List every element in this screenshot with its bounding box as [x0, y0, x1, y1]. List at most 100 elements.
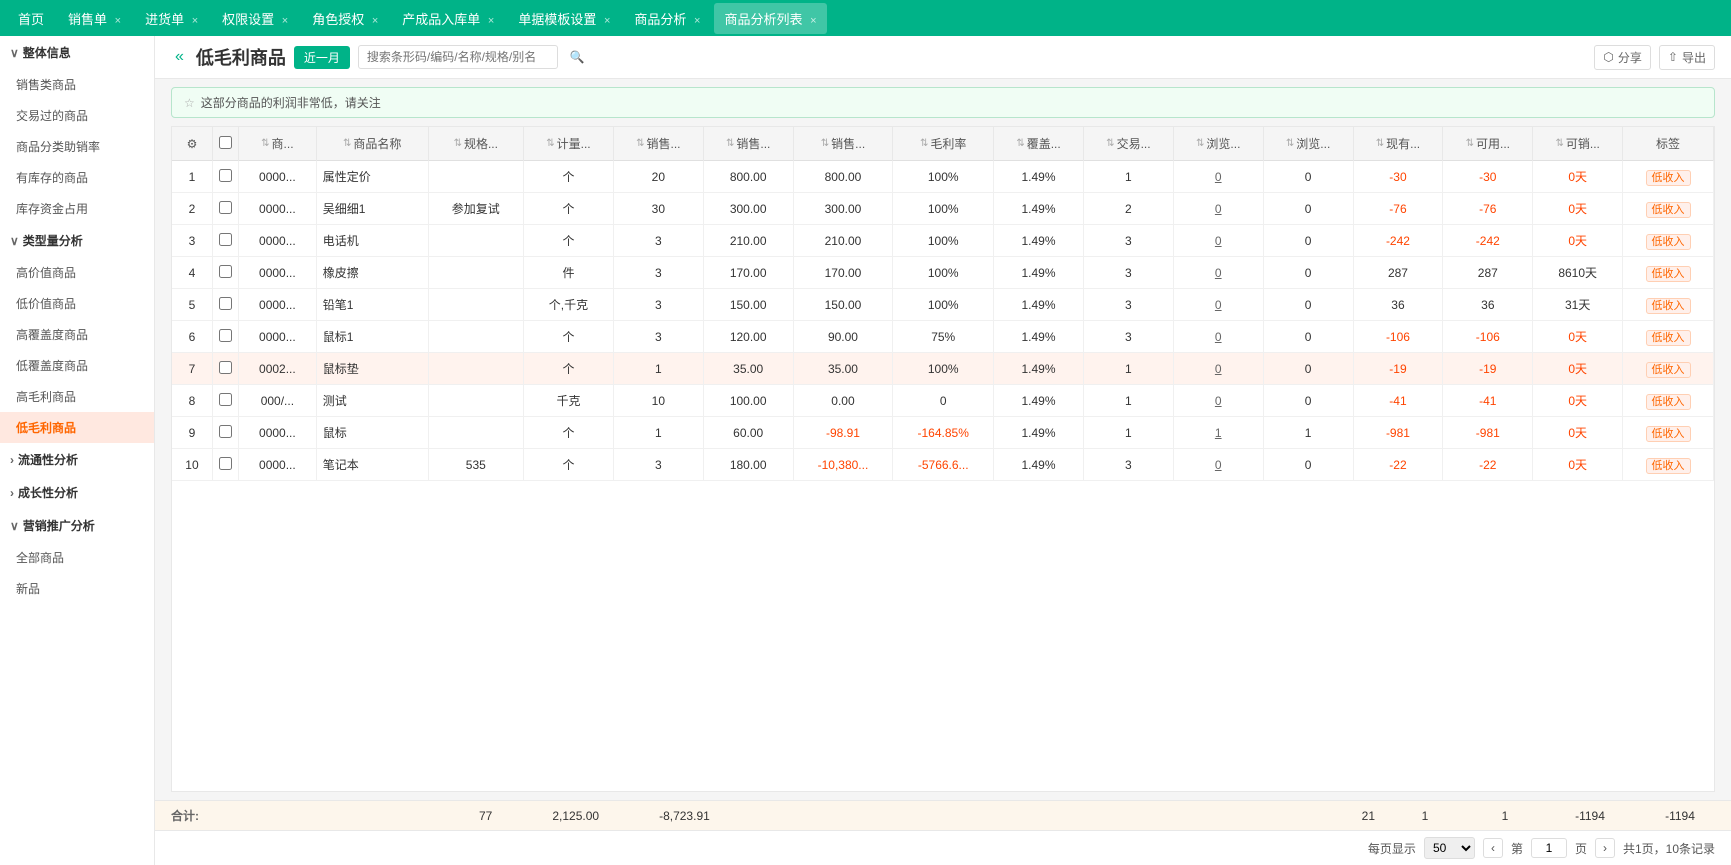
table-row[interactable]: 4 0000... 橡皮擦 件 3 170.00 170.00 100% 1.4…	[172, 257, 1714, 289]
col-gross-rate-sort-icon[interactable]: ⇅	[920, 138, 928, 149]
search-input[interactable]	[358, 45, 558, 69]
row-browse1[interactable]: 0	[1173, 321, 1263, 353]
table-row[interactable]: 7 0002... 鼠标垫 个 1 35.00 35.00 100% 1.49%…	[172, 353, 1714, 385]
select-all-checkbox[interactable]	[219, 136, 232, 149]
col-spec-sort-icon[interactable]: ⇅	[454, 138, 462, 149]
sidebar-item-traded-goods[interactable]: 交易过的商品	[0, 100, 154, 131]
sidebar-section-type[interactable]: ∨ 类型量分析	[0, 224, 154, 257]
nav-template[interactable]: 单据模板设置 ×	[508, 3, 620, 34]
export-button[interactable]: ⇧ 导出	[1659, 45, 1715, 70]
table-row[interactable]: 6 0000... 鼠标1 个 3 120.00 90.00 75% 1.49%…	[172, 321, 1714, 353]
share-button[interactable]: ⬡ 分享	[1594, 45, 1651, 70]
col-name-sort-icon[interactable]: ⇅	[343, 138, 351, 149]
close-icon[interactable]: ×	[810, 15, 816, 27]
close-icon[interactable]: ×	[694, 15, 700, 27]
sidebar-item-all-goods[interactable]: 全部商品	[0, 542, 154, 573]
col-unit[interactable]: ⇅计量...	[524, 127, 614, 161]
row-checkbox[interactable]	[212, 417, 238, 449]
col-current-sort-icon[interactable]: ⇅	[1376, 138, 1384, 149]
row-browse1[interactable]: 0	[1173, 225, 1263, 257]
col-sellable-sort-icon[interactable]: ⇅	[1555, 138, 1563, 149]
col-coverage[interactable]: ⇅覆盖...	[994, 127, 1084, 161]
sidebar-item-low-value[interactable]: 低价值商品	[0, 288, 154, 319]
col-browse2[interactable]: ⇅浏览...	[1263, 127, 1353, 161]
row-browse1[interactable]: 0	[1173, 449, 1263, 481]
col-available[interactable]: ⇅可用...	[1443, 127, 1533, 161]
col-tag[interactable]: 标签	[1623, 127, 1714, 161]
table-row[interactable]: 8 000/... 测试 千克 10 100.00 0.00 0 1.49% 1…	[172, 385, 1714, 417]
col-sales-profit[interactable]: ⇅销售...	[793, 127, 893, 161]
col-browse2-sort-icon[interactable]: ⇅	[1286, 138, 1294, 149]
row-checkbox[interactable]	[212, 289, 238, 321]
row-browse1[interactable]: 1	[1173, 417, 1263, 449]
search-icon[interactable]: 🔍	[570, 50, 585, 64]
close-icon[interactable]: ×	[115, 15, 121, 27]
close-icon[interactable]: ×	[282, 15, 288, 27]
col-coverage-sort-icon[interactable]: ⇅	[1016, 138, 1024, 149]
sidebar-item-category-rate[interactable]: 商品分类助销率	[0, 131, 154, 162]
sidebar-section-circulation[interactable]: › 流通性分析	[0, 443, 154, 476]
close-icon[interactable]: ×	[604, 15, 610, 27]
table-row[interactable]: 5 0000... 铅笔1 个,千克 3 150.00 150.00 100% …	[172, 289, 1714, 321]
col-available-sort-icon[interactable]: ⇅	[1466, 138, 1474, 149]
settings-icon[interactable]: ⚙	[187, 137, 198, 151]
col-sellable[interactable]: ⇅可销...	[1533, 127, 1623, 161]
col-spec[interactable]: ⇅规格...	[428, 127, 524, 161]
sidebar-item-stock-capital[interactable]: 库存资金占用	[0, 193, 154, 224]
row-checkbox[interactable]	[212, 161, 238, 193]
sidebar-item-low-coverage[interactable]: 低覆盖度商品	[0, 350, 154, 381]
nav-analysis[interactable]: 商品分析 ×	[624, 3, 710, 34]
sidebar-item-sales-goods[interactable]: 销售类商品	[0, 69, 154, 100]
nav-permissions[interactable]: 权限设置 ×	[212, 3, 298, 34]
filter-period-button[interactable]: 近一月	[294, 46, 350, 69]
col-sales-price-sort-icon[interactable]: ⇅	[726, 138, 734, 149]
row-browse1[interactable]: 0	[1173, 161, 1263, 193]
data-table-container[interactable]: ⚙ ⇅商... ⇅商品名称 ⇅规格... ⇅计量... ⇅销售... ⇅销售..…	[171, 126, 1715, 792]
sidebar-item-low-margin[interactable]: 低毛利商品	[0, 412, 154, 443]
page-size-select[interactable]: 20 50 100	[1424, 837, 1475, 859]
col-name[interactable]: ⇅商品名称	[316, 127, 428, 161]
col-sales-price[interactable]: ⇅销售...	[703, 127, 793, 161]
nav-sales[interactable]: 销售单 ×	[58, 3, 131, 34]
col-gross-rate[interactable]: ⇅毛利率	[893, 127, 994, 161]
sidebar-section-overall[interactable]: ∨ 整体信息	[0, 36, 154, 69]
col-sales-profit-sort-icon[interactable]: ⇅	[821, 138, 829, 149]
close-icon[interactable]: ×	[488, 15, 494, 27]
page-number-input[interactable]	[1531, 838, 1567, 858]
nav-purchase[interactable]: 进货单 ×	[135, 3, 208, 34]
row-checkbox[interactable]	[212, 193, 238, 225]
col-sales-qty-sort-icon[interactable]: ⇅	[636, 138, 644, 149]
nav-home[interactable]: 首页	[8, 3, 54, 34]
sidebar-section-marketing[interactable]: ∨ 营销推广分析	[0, 509, 154, 542]
col-unit-sort-icon[interactable]: ⇅	[546, 138, 554, 149]
sidebar-item-new-goods[interactable]: 新品	[0, 573, 154, 604]
sidebar-section-growth[interactable]: › 成长性分析	[0, 476, 154, 509]
col-browse1-sort-icon[interactable]: ⇅	[1196, 138, 1204, 149]
table-row[interactable]: 1 0000... 属性定价 个 20 800.00 800.00 100% 1…	[172, 161, 1714, 193]
col-settings[interactable]: ⚙	[172, 127, 212, 161]
row-checkbox[interactable]	[212, 257, 238, 289]
sidebar-item-high-coverage[interactable]: 高覆盖度商品	[0, 319, 154, 350]
table-row[interactable]: 9 0000... 鼠标 个 1 60.00 -98.91 -164.85% 1…	[172, 417, 1714, 449]
col-code-sort-icon[interactable]: ⇅	[261, 138, 269, 149]
sidebar-item-high-value[interactable]: 高价值商品	[0, 257, 154, 288]
table-row[interactable]: 3 0000... 电话机 个 3 210.00 210.00 100% 1.4…	[172, 225, 1714, 257]
col-code[interactable]: ⇅商...	[238, 127, 316, 161]
sidebar-item-high-margin[interactable]: 高毛利商品	[0, 381, 154, 412]
col-trade[interactable]: ⇅交易...	[1083, 127, 1173, 161]
row-browse1[interactable]: 0	[1173, 193, 1263, 225]
table-row[interactable]: 2 0000... 吴细细1 参加复试 个 30 300.00 300.00 1…	[172, 193, 1714, 225]
next-page-button[interactable]: ›	[1595, 838, 1615, 858]
col-select-all[interactable]	[212, 127, 238, 161]
prev-page-button[interactable]: ‹	[1483, 838, 1503, 858]
close-icon[interactable]: ×	[372, 15, 378, 27]
row-checkbox[interactable]	[212, 353, 238, 385]
collapse-sidebar-button[interactable]: «	[171, 48, 188, 66]
row-browse1[interactable]: 0	[1173, 257, 1263, 289]
col-current[interactable]: ⇅现有...	[1353, 127, 1443, 161]
nav-roles[interactable]: 角色授权 ×	[302, 3, 388, 34]
close-icon[interactable]: ×	[192, 15, 198, 27]
col-trade-sort-icon[interactable]: ⇅	[1106, 138, 1114, 149]
sidebar-item-stock-goods[interactable]: 有库存的商品	[0, 162, 154, 193]
row-checkbox[interactable]	[212, 225, 238, 257]
